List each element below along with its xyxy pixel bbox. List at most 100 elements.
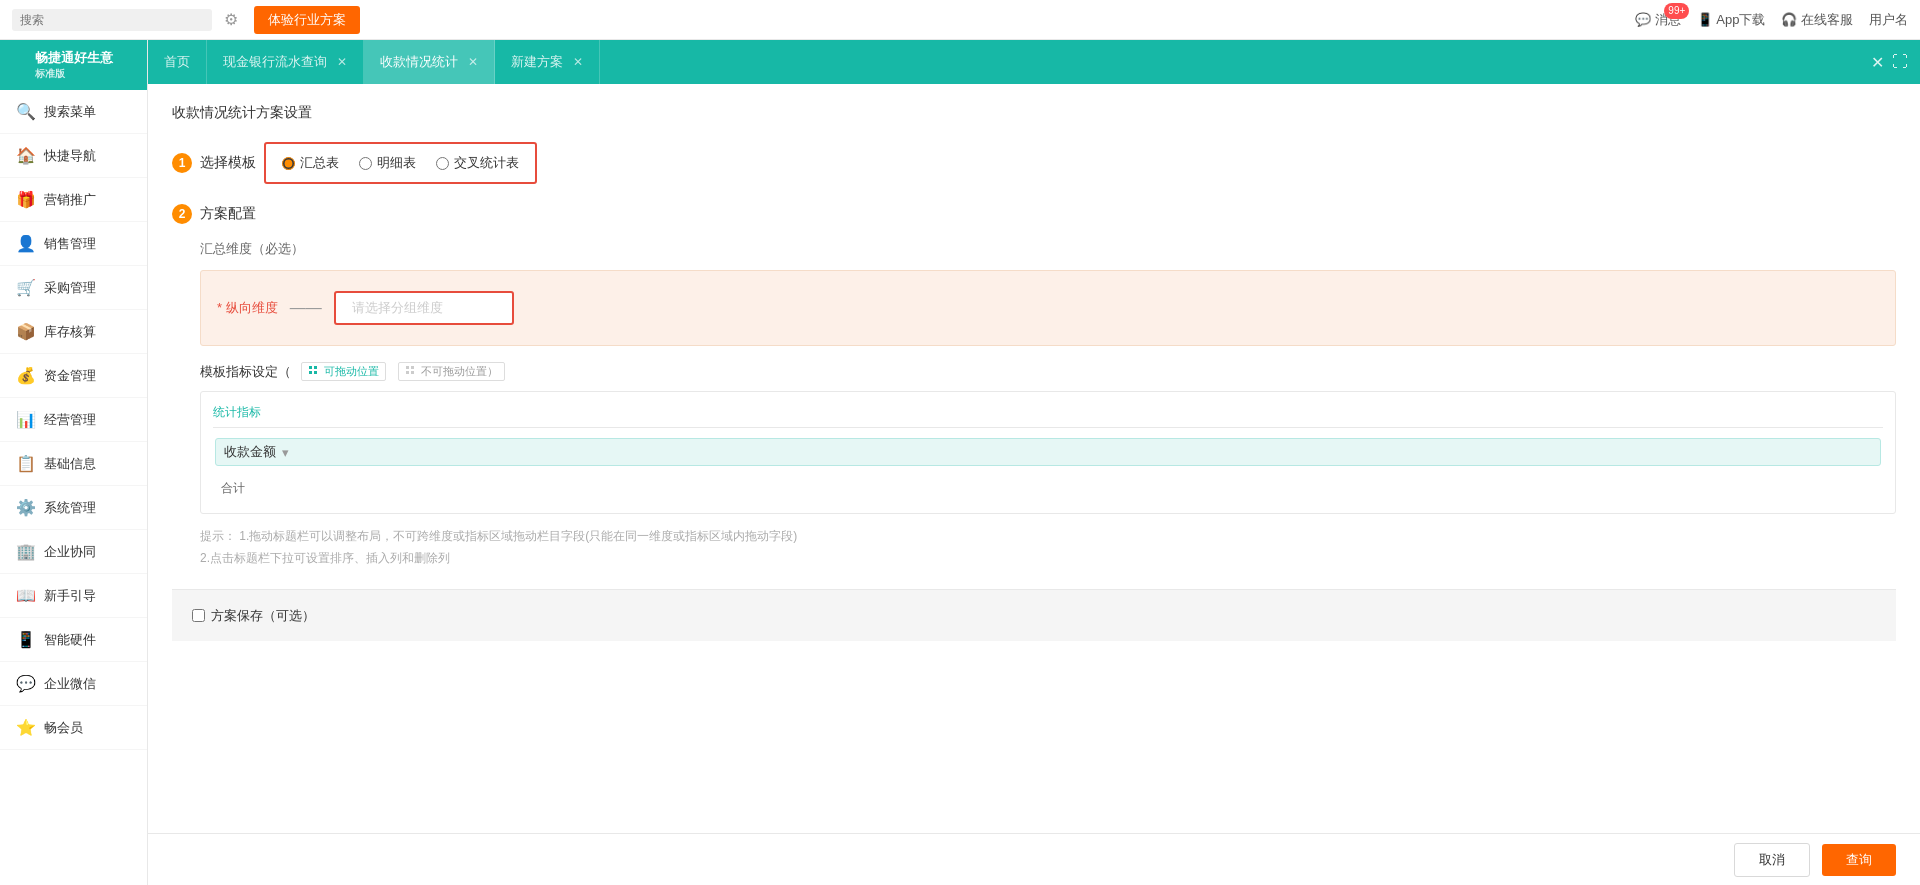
- sidebar-item-label: 新手引导: [44, 587, 96, 605]
- sidebar-item-membership[interactable]: ⭐ 畅会员: [0, 706, 147, 750]
- membership-icon: ⭐: [16, 718, 36, 737]
- sidebar-item-corp-wechat[interactable]: 💬 企业微信: [0, 662, 147, 706]
- sidebar-item-finance[interactable]: 💰 资金管理: [0, 354, 147, 398]
- radio-detail[interactable]: 明细表: [359, 154, 416, 172]
- trial-button[interactable]: 体验行业方案: [254, 6, 360, 34]
- top-bar-left: ⚙ 体验行业方案: [12, 6, 360, 34]
- app-download-link[interactable]: 📱 App下载: [1697, 11, 1765, 29]
- sidebar-item-purchase[interactable]: 🛒 采购管理: [0, 266, 147, 310]
- tab-bank-flow-label: 现金银行流水查询: [223, 53, 327, 71]
- content-area: 首页 现金银行流水查询 ✕ 收款情况统计 ✕ 新建方案 ✕ ✕ ⛶ 收款情况统计…: [148, 40, 1920, 885]
- sidebar-item-label: 库存核算: [44, 323, 96, 341]
- tab-new-scheme-label: 新建方案: [511, 53, 563, 71]
- tab-expand-icon[interactable]: ⛶: [1892, 53, 1908, 71]
- inventory-icon: 📦: [16, 322, 36, 341]
- bottom-action-bar: 取消 查询: [148, 833, 1920, 885]
- radio-detail-input[interactable]: [359, 157, 372, 170]
- svg-rect-0: [309, 366, 312, 369]
- radio-cross-input[interactable]: [436, 157, 449, 170]
- radio-detail-label: 明细表: [377, 154, 416, 172]
- sidebar-item-basic-info[interactable]: 📋 基础信息: [0, 442, 147, 486]
- radio-summary-input[interactable]: [282, 157, 295, 170]
- tip-1: 提示： 1.拖动标题栏可以调整布局，不可跨维度或指标区域拖动栏目字段(只能在同一…: [200, 526, 1896, 548]
- radio-cross-label: 交叉统计表: [454, 154, 519, 172]
- sidebar-item-marketing[interactable]: 🎁 营销推广: [0, 178, 147, 222]
- svg-rect-2: [309, 371, 312, 374]
- footer-save-bar: 方案保存（可选）: [172, 589, 1896, 641]
- sidebar-item-label: 营销推广: [44, 191, 96, 209]
- online-service-link[interactable]: 🎧 在线客服: [1781, 11, 1853, 29]
- cancel-button[interactable]: 取消: [1734, 843, 1810, 877]
- svg-rect-3: [314, 371, 317, 374]
- sales-icon: 👤: [16, 234, 36, 253]
- tab-bar-actions: ✕ ⛶: [1859, 40, 1920, 84]
- sidebar-item-operation[interactable]: 📊 经营管理: [0, 398, 147, 442]
- radio-cross[interactable]: 交叉统计表: [436, 154, 519, 172]
- sidebar-item-corp-coop[interactable]: 🏢 企业协同: [0, 530, 147, 574]
- tips-area: 提示： 1.拖动标题栏可以调整布局，不可跨维度或指标区域拖动栏目字段(只能在同一…: [200, 526, 1896, 569]
- sidebar-item-newbie[interactable]: 📖 新手引导: [0, 574, 147, 618]
- svg-rect-1: [314, 366, 317, 369]
- sidebar-item-label: 销售管理: [44, 235, 96, 253]
- sidebar-item-label: 经营管理: [44, 411, 96, 429]
- metrics-container: 统计指标 收款金额 ▾ 合计: [200, 391, 1896, 514]
- tab-new-scheme[interactable]: 新建方案 ✕: [495, 40, 600, 84]
- save-checkbox-label[interactable]: 方案保存（可选）: [192, 607, 315, 625]
- sidebar-item-sales[interactable]: 👤 销售管理: [0, 222, 147, 266]
- metric-tag-receipt[interactable]: 收款金额 ▾: [215, 438, 1881, 466]
- sidebar-item-quick-nav[interactable]: 🏠 快捷导航: [0, 134, 147, 178]
- svg-rect-4: [406, 366, 409, 369]
- sidebar-item-smart-hw[interactable]: 📱 智能硬件: [0, 618, 147, 662]
- section2-num: 2: [172, 204, 192, 224]
- tab-new-scheme-close-icon[interactable]: ✕: [573, 55, 583, 69]
- query-button[interactable]: 查询: [1822, 844, 1896, 876]
- corp-wechat-icon: 💬: [16, 674, 36, 693]
- save-label: 方案保存（可选）: [211, 607, 315, 625]
- page-content: 收款情况统计方案设置 1 选择模板 汇总表: [148, 84, 1920, 833]
- sidebar-item-label: 资金管理: [44, 367, 96, 385]
- sidebar-item-system[interactable]: ⚙️ 系统管理: [0, 486, 147, 530]
- summary-dim-label: 汇总维度（必选）: [200, 240, 1896, 258]
- tab-receipt-stat[interactable]: 收款情况统计 ✕: [364, 40, 495, 84]
- page-title: 收款情况统计方案设置: [172, 104, 1896, 122]
- save-checkbox-input[interactable]: [192, 609, 205, 622]
- tab-receipt-stat-close-icon[interactable]: ✕: [468, 55, 478, 69]
- metric-dropdown-icon[interactable]: ▾: [282, 445, 289, 460]
- message-icon: 💬: [1635, 12, 1651, 27]
- home-icon: 🏠: [16, 146, 36, 165]
- logo-text: 畅捷通好生意: [35, 49, 113, 67]
- sidebar: 畅捷通好生意 标准版 🔍 搜索菜单 🏠 快捷导航 🎁 营销推广 👤 销售管理 🛒…: [0, 40, 148, 885]
- tip-2: 2.点击标题栏下拉可设置排序、插入列和删除列: [200, 548, 1896, 570]
- tab-close-all-icon[interactable]: ✕: [1871, 53, 1884, 72]
- sidebar-item-label: 基础信息: [44, 455, 96, 473]
- sidebar-item-label: 搜索菜单: [44, 103, 96, 121]
- message-badge[interactable]: 💬 消息 99+: [1635, 11, 1681, 29]
- sidebar-logo: 畅捷通好生意 标准版: [0, 40, 147, 90]
- not-draggable-label: 不可拖动位置）: [421, 365, 498, 377]
- radio-summary[interactable]: 汇总表: [282, 154, 339, 172]
- tab-bank-flow-close-icon[interactable]: ✕: [337, 55, 347, 69]
- search-input[interactable]: [12, 9, 212, 31]
- arrow-icon: ——: [290, 299, 322, 317]
- metric-subtag: 合计: [213, 476, 1883, 501]
- top-bar-right: 💬 消息 99+ 📱 App下载 🎧 在线客服 用户名: [1635, 11, 1908, 29]
- purchase-icon: 🛒: [16, 278, 36, 297]
- smart-hw-icon: 📱: [16, 630, 36, 649]
- gift-icon: 🎁: [16, 190, 36, 209]
- dimension-select[interactable]: 请选择分组维度: [334, 291, 514, 325]
- user-name[interactable]: 用户名: [1869, 11, 1908, 29]
- dimension-area: 纵向维度 —— 请选择分组维度: [200, 270, 1896, 346]
- tab-bank-flow[interactable]: 现金银行流水查询 ✕: [207, 40, 364, 84]
- draggable-badge: 可拖动位置: [301, 362, 386, 381]
- sidebar-item-search-menu[interactable]: 🔍 搜索菜单: [0, 90, 147, 134]
- metrics-label-row: 模板指标设定（ 可拖动位置 不可拖动位置）: [200, 362, 1896, 381]
- newbie-icon: 📖: [16, 586, 36, 605]
- sidebar-item-label: 采购管理: [44, 279, 96, 297]
- svg-rect-6: [406, 371, 409, 374]
- tab-home-label: 首页: [164, 53, 190, 71]
- sidebar-item-inventory[interactable]: 📦 库存核算: [0, 310, 147, 354]
- gear-icon[interactable]: ⚙: [224, 10, 238, 29]
- tab-home[interactable]: 首页: [148, 40, 207, 84]
- logo-sub: 标准版: [35, 67, 113, 81]
- section-scheme: 2 方案配置 汇总维度（必选） 纵向维度 —— 请选择分组维度: [172, 204, 1896, 569]
